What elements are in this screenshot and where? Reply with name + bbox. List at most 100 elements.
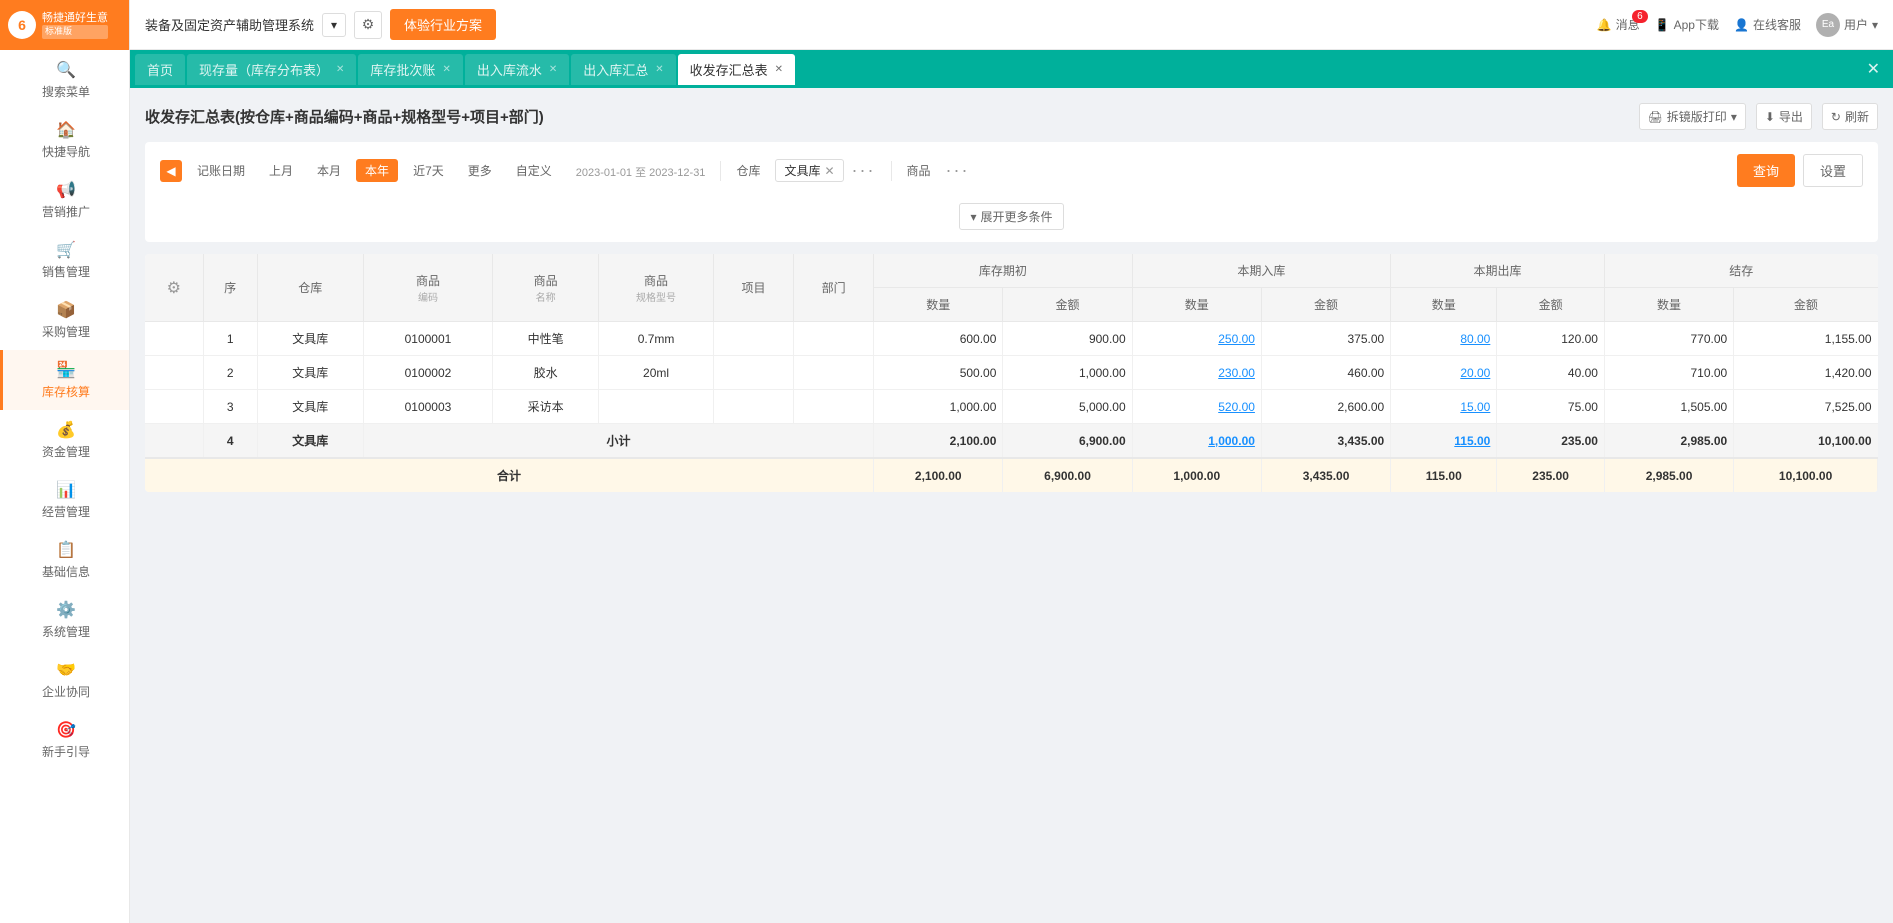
filter-panel: ◀ 记账日期 上月 本月 本年 近7天 更多 自定义 2023-01-01 至 … <box>145 142 1878 242</box>
th-in-group: 本期入库 <box>1132 254 1391 288</box>
row-in-amt: 375.00 <box>1261 322 1390 356</box>
row-dept <box>794 322 874 356</box>
subtotal-in-qty[interactable]: 1,000.00 <box>1132 424 1261 459</box>
online-service-button[interactable]: 👤 在线客服 <box>1734 16 1801 33</box>
row-in-qty[interactable]: 520.00 <box>1132 390 1261 424</box>
query-button[interactable]: 查询 <box>1737 154 1795 187</box>
subtotal-balance-qty: 2,985.00 <box>1604 424 1733 459</box>
row-project <box>713 356 793 390</box>
tab-bar: 首页 现存量（库存分布表） ✕ 库存批次账 ✕ 出入库流水 ✕ 出入库汇总 ✕ … <box>130 50 1893 88</box>
tab-receipt-summary[interactable]: 收发存汇总表 ✕ <box>678 54 795 85</box>
total-in-qty: 1,000.00 <box>1132 458 1261 492</box>
row-name: 胶水 <box>493 356 599 390</box>
experience-button[interactable]: 体验行业方案 <box>390 9 496 40</box>
sidebar-item-operations[interactable]: 📊 经营管理 <box>0 470 129 530</box>
refresh-button[interactable]: ↻ 刷新 <box>1822 103 1878 130</box>
sidebar-item-label: 基础信息 <box>42 563 90 580</box>
row-out-qty[interactable]: 15.00 <box>1391 390 1497 424</box>
date-this-month[interactable]: 本月 <box>308 159 350 182</box>
tab-close-icon[interactable]: ✕ <box>336 64 344 75</box>
row-opening-qty: 500.00 <box>874 356 1003 390</box>
sidebar-item-purchase[interactable]: 📦 采购管理 <box>0 290 129 350</box>
page-header: 收发存汇总表(按仓库+商品编码+商品+规格型号+项目+部门) 🖨 拆镜版打印 ▾… <box>145 103 1878 130</box>
logo-text: 畅捷通好生意 标准版 <box>42 11 108 39</box>
tab-batch-ledger[interactable]: 库存批次账 ✕ <box>358 54 462 85</box>
sidebar-item-marketing[interactable]: 📢 营销推广 <box>0 170 129 230</box>
subtotal-expand <box>145 424 203 459</box>
row-out-qty[interactable]: 80.00 <box>1391 322 1497 356</box>
tab-home[interactable]: 首页 <box>135 54 185 85</box>
close-all-tabs-button[interactable]: ✕ <box>1859 59 1888 79</box>
sidebar-item-system[interactable]: ⚙️ 系统管理 <box>0 590 129 650</box>
export-button[interactable]: ⬇ 导出 <box>1756 103 1812 130</box>
th-settings[interactable]: ⚙ <box>145 254 203 322</box>
page-actions: 🖨 拆镜版打印 ▾ ⬇ 导出 ↻ 刷新 <box>1639 103 1878 130</box>
tab-in-out-flow[interactable]: 出入库流水 ✕ <box>465 54 569 85</box>
row-name: 采访本 <box>493 390 599 424</box>
date-custom[interactable]: 自定义 <box>507 159 561 182</box>
sidebar-item-label: 系统管理 <box>42 623 90 640</box>
app-download-button[interactable]: 📱 App下载 <box>1655 16 1719 33</box>
date-7days[interactable]: 近7天 <box>404 159 453 182</box>
remove-warehouse-button[interactable]: ✕ <box>824 164 834 178</box>
row-no: 1 <box>203 322 257 356</box>
th-name: 商品名称 <box>493 254 599 322</box>
th-balance-amt: 金额 <box>1734 288 1878 322</box>
tab-inventory-dist[interactable]: 现存量（库存分布表） ✕ <box>187 54 356 85</box>
divider <box>720 161 721 181</box>
row-in-qty[interactable]: 230.00 <box>1132 356 1261 390</box>
collapse-arrow-button[interactable]: ◀ <box>160 160 182 182</box>
settings-button[interactable]: 设置 <box>1803 154 1863 187</box>
subtotal-out-qty[interactable]: 115.00 <box>1391 424 1497 459</box>
warehouse-more-button[interactable]: ··· <box>852 160 876 181</box>
row-out-amt: 40.00 <box>1497 356 1605 390</box>
user-menu[interactable]: Ea 用户 ▾ <box>1816 13 1878 37</box>
sidebar-item-sales[interactable]: 🛒 销售管理 <box>0 230 129 290</box>
finance-icon: 💰 <box>56 420 76 440</box>
tab-close-icon[interactable]: ✕ <box>775 64 783 75</box>
gear-button[interactable]: ⚙ <box>354 11 382 39</box>
tab-close-icon[interactable]: ✕ <box>655 64 663 75</box>
bell-icon: 🔔 <box>1597 18 1612 32</box>
divider-2 <box>891 161 892 181</box>
th-in-amt: 金额 <box>1261 288 1390 322</box>
page-content: 收发存汇总表(按仓库+商品编码+商品+规格型号+项目+部门) 🖨 拆镜版打印 ▾… <box>130 88 1893 923</box>
date-last-month[interactable]: 上月 <box>260 159 302 182</box>
goods-more-button[interactable]: ··· <box>946 160 970 181</box>
row-spec <box>599 390 714 424</box>
tab-in-out-summary[interactable]: 出入库汇总 ✕ <box>571 54 675 85</box>
row-balance-qty: 770.00 <box>1604 322 1733 356</box>
th-opening-amt: 金额 <box>1003 288 1132 322</box>
print-icon: 🖨 <box>1648 110 1663 124</box>
tab-close-icon[interactable]: ✕ <box>442 64 450 75</box>
row-name: 中性笔 <box>493 322 599 356</box>
row-out-amt: 75.00 <box>1497 390 1605 424</box>
subtotal-balance-amt: 10,100.00 <box>1734 424 1878 459</box>
row-in-qty[interactable]: 250.00 <box>1132 322 1261 356</box>
logo-icon: 6 <box>8 11 36 39</box>
sidebar-item-collab[interactable]: 🤝 企业协同 <box>0 650 129 710</box>
row-out-qty[interactable]: 20.00 <box>1391 356 1497 390</box>
sidebar-item-label: 新手引导 <box>42 743 90 760</box>
th-out-qty: 数量 <box>1391 288 1497 322</box>
subtotal-no: 4 <box>203 424 257 459</box>
filter-row-1: ◀ 记账日期 上月 本月 本年 近7天 更多 自定义 2023-01-01 至 … <box>160 154 1863 187</box>
th-out-amt: 金额 <box>1497 288 1605 322</box>
date-this-year[interactable]: 本年 <box>356 159 398 182</box>
print-button[interactable]: 🖨 拆镜版打印 ▾ <box>1639 103 1746 130</box>
sidebar-item-guide[interactable]: 🎯 新手引导 <box>0 710 129 770</box>
sidebar-item-search[interactable]: 🔍 搜索菜单 <box>0 50 129 110</box>
sidebar-item-inventory[interactable]: 🏪 库存核算 <box>0 350 129 410</box>
sidebar-item-finance[interactable]: 💰 资金管理 <box>0 410 129 470</box>
expand-conditions-button[interactable]: ▾ 展开更多条件 <box>959 203 1063 230</box>
sidebar-item-quicknav[interactable]: 🏠 快捷导航 <box>0 110 129 170</box>
system-dropdown[interactable]: ▾ <box>322 13 346 37</box>
notifications-button[interactable]: 🔔 消息 6 <box>1597 16 1640 33</box>
tab-close-icon[interactable]: ✕ <box>549 64 557 75</box>
th-project: 项目 <box>713 254 793 322</box>
sales-icon: 🛒 <box>56 240 76 260</box>
tab-label: 库存批次账 <box>370 60 435 79</box>
date-more[interactable]: 更多 <box>459 159 501 182</box>
sidebar-item-basic[interactable]: 📋 基础信息 <box>0 530 129 590</box>
row-expand <box>145 356 203 390</box>
